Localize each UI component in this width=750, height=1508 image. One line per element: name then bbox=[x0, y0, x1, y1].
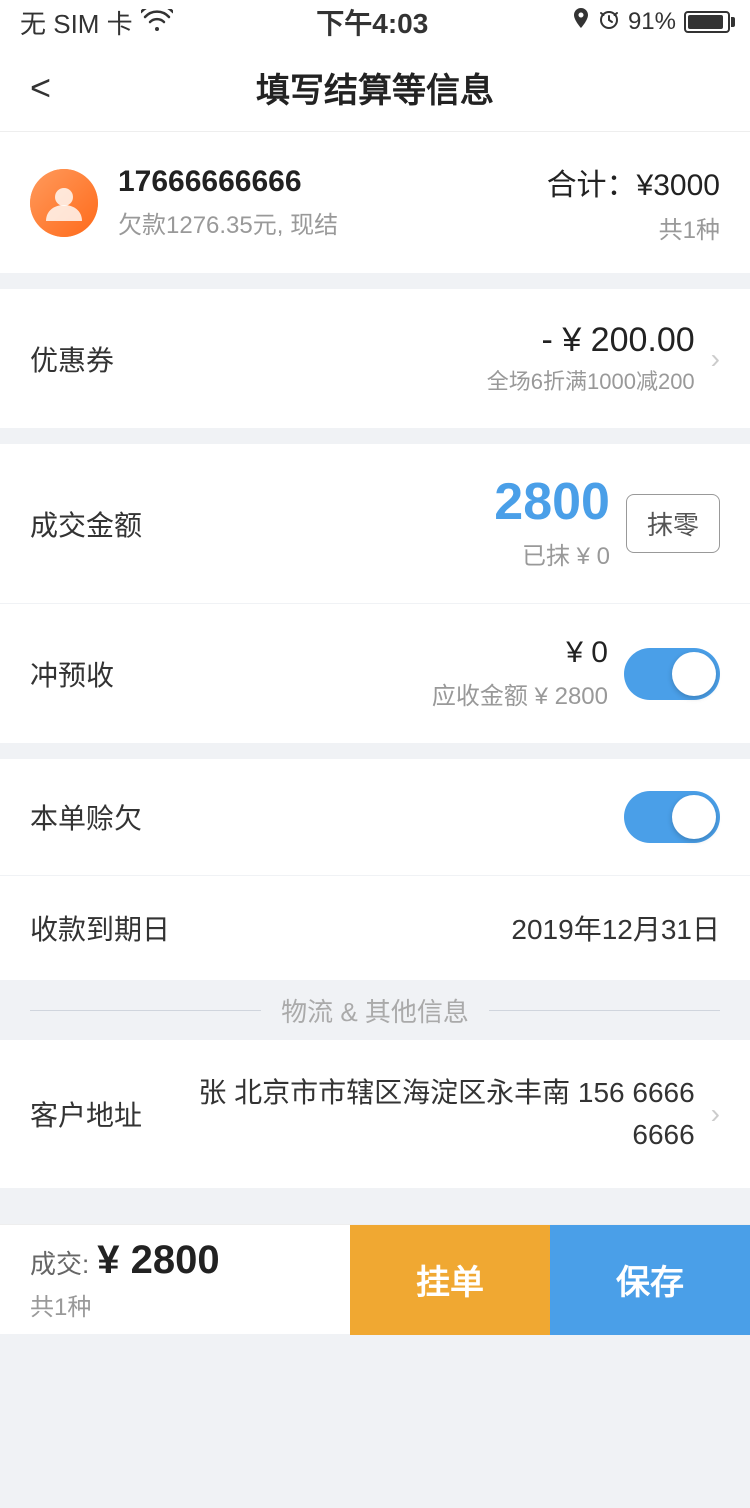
bottom-deal-amount: ¥ 2800 bbox=[97, 1238, 219, 1283]
status-left: 无 SIM 卡 bbox=[20, 4, 173, 41]
credit-section: 本单赊欠 收款到期日 2019年12月31日 bbox=[0, 759, 750, 980]
amount-erased: 已抹 ¥ 0 bbox=[522, 536, 610, 571]
page-title: 填写结算等信息 bbox=[256, 63, 494, 112]
total-count: 共1种 bbox=[547, 210, 720, 245]
toggle-knob bbox=[672, 652, 716, 696]
bottom-info: 成交: ¥ 2800 共1种 bbox=[0, 1238, 350, 1322]
bottom-bar: 成交: ¥ 2800 共1种 挂单 保存 bbox=[0, 1224, 750, 1334]
section-divider-2 bbox=[0, 743, 750, 759]
address-row[interactable]: 客户地址 张 北京市市辖区海淀区永丰南 156 6666 6666 › bbox=[0, 1040, 750, 1188]
status-right: 91% bbox=[572, 8, 730, 37]
prepay-value-container: ¥ 0 应收金额 ¥ 2800 bbox=[432, 636, 720, 711]
address-value-container: 张 北京市市辖区海淀区永丰南 156 6666 6666 › bbox=[142, 1072, 720, 1156]
logistics-separator: 物流 & 其他信息 bbox=[0, 980, 750, 1040]
address-value: 张 北京市市辖区海淀区永丰南 156 6666 6666 bbox=[142, 1072, 695, 1156]
coupon-label: 优惠券 bbox=[30, 339, 114, 379]
amount-section: 成交金额 2800 已抹 ¥ 0 抹零 冲预收 ¥ 0 应收金额 ¥ 2800 bbox=[0, 444, 750, 743]
logistics-label: 物流 & 其他信息 bbox=[261, 992, 489, 1029]
round-button[interactable]: 抹零 bbox=[626, 494, 720, 553]
nav-bar: < 填写结算等信息 bbox=[0, 44, 750, 132]
customer-phone: 17666666666 bbox=[118, 165, 338, 199]
credit-value-container bbox=[624, 791, 720, 843]
customer-sub: 欠款1276.35元, 现结 bbox=[118, 205, 338, 240]
due-date-label: 收款到期日 bbox=[30, 908, 170, 948]
save-button[interactable]: 保存 bbox=[550, 1225, 750, 1335]
hang-button[interactable]: 挂单 bbox=[350, 1225, 550, 1335]
address-section: 客户地址 张 北京市市辖区海淀区永丰南 156 6666 6666 › bbox=[0, 1040, 750, 1188]
customer-info: 17666666666 欠款1276.35元, 现结 bbox=[118, 165, 338, 240]
wifi-icon bbox=[141, 7, 173, 38]
credit-row: 本单赊欠 bbox=[0, 759, 750, 876]
coupon-value-container: - ¥ 200.00 全场6折满1000减200 › bbox=[487, 321, 720, 396]
chevron-right-icon: › bbox=[711, 343, 720, 375]
prepay-amount: ¥ 0 bbox=[566, 636, 608, 670]
coupon-discount: - ¥ 200.00 bbox=[542, 321, 695, 360]
prepay-toggle[interactable] bbox=[624, 648, 720, 700]
amount-value-container: 2800 已抹 ¥ 0 抹零 bbox=[494, 476, 720, 571]
bottom-count: 共1种 bbox=[30, 1287, 320, 1322]
prepay-sub: 应收金额 ¥ 2800 bbox=[432, 676, 608, 711]
status-time: 下午4:03 bbox=[316, 2, 428, 42]
bottom-deal-label: 成交: bbox=[30, 1244, 89, 1281]
coupon-desc: 全场6折满1000减200 bbox=[487, 364, 695, 396]
section-divider-1 bbox=[0, 428, 750, 444]
bottom-deal-row: 成交: ¥ 2800 bbox=[30, 1238, 320, 1283]
address-chevron-icon: › bbox=[711, 1098, 720, 1130]
sim-label: 无 SIM 卡 bbox=[20, 4, 133, 41]
due-date-row: 收款到期日 2019年12月31日 bbox=[0, 876, 750, 980]
battery-icon bbox=[684, 11, 730, 33]
due-date-value: 2019年12月31日 bbox=[511, 908, 720, 948]
coupon-discount-block: - ¥ 200.00 全场6折满1000减200 bbox=[487, 321, 695, 396]
amount-block: 2800 已抹 ¥ 0 bbox=[494, 476, 610, 571]
customer-card: 17666666666 欠款1276.35元, 现结 合计：¥3000 共1种 bbox=[0, 132, 750, 273]
prepay-label: 冲预收 bbox=[30, 654, 114, 694]
total-amount: 合计：¥3000 bbox=[547, 160, 720, 204]
alarm-icon bbox=[598, 8, 620, 37]
credit-toggle[interactable] bbox=[624, 791, 720, 843]
amount-number: 2800 bbox=[494, 476, 610, 528]
credit-label: 本单赊欠 bbox=[30, 797, 142, 837]
customer-left: 17666666666 欠款1276.35元, 现结 bbox=[30, 165, 338, 240]
prepay-row: 冲预收 ¥ 0 应收金额 ¥ 2800 bbox=[0, 604, 750, 743]
back-button[interactable]: < bbox=[30, 67, 90, 109]
customer-right: 合计：¥3000 共1种 bbox=[547, 160, 720, 245]
address-label: 客户地址 bbox=[30, 1094, 142, 1134]
status-bar: 无 SIM 卡 下午4:03 91% bbox=[0, 0, 750, 44]
battery-percent: 91% bbox=[628, 8, 676, 36]
prepay-block: ¥ 0 应收金额 ¥ 2800 bbox=[432, 636, 608, 711]
credit-toggle-knob bbox=[672, 795, 716, 839]
coupon-section: 优惠券 - ¥ 200.00 全场6折满1000减200 › bbox=[0, 289, 750, 428]
coupon-row[interactable]: 优惠券 - ¥ 200.00 全场6折满1000减200 › bbox=[0, 289, 750, 428]
location-icon bbox=[572, 8, 590, 37]
amount-row: 成交金额 2800 已抹 ¥ 0 抹零 bbox=[0, 444, 750, 604]
amount-label: 成交金额 bbox=[30, 504, 142, 544]
avatar bbox=[30, 169, 98, 237]
